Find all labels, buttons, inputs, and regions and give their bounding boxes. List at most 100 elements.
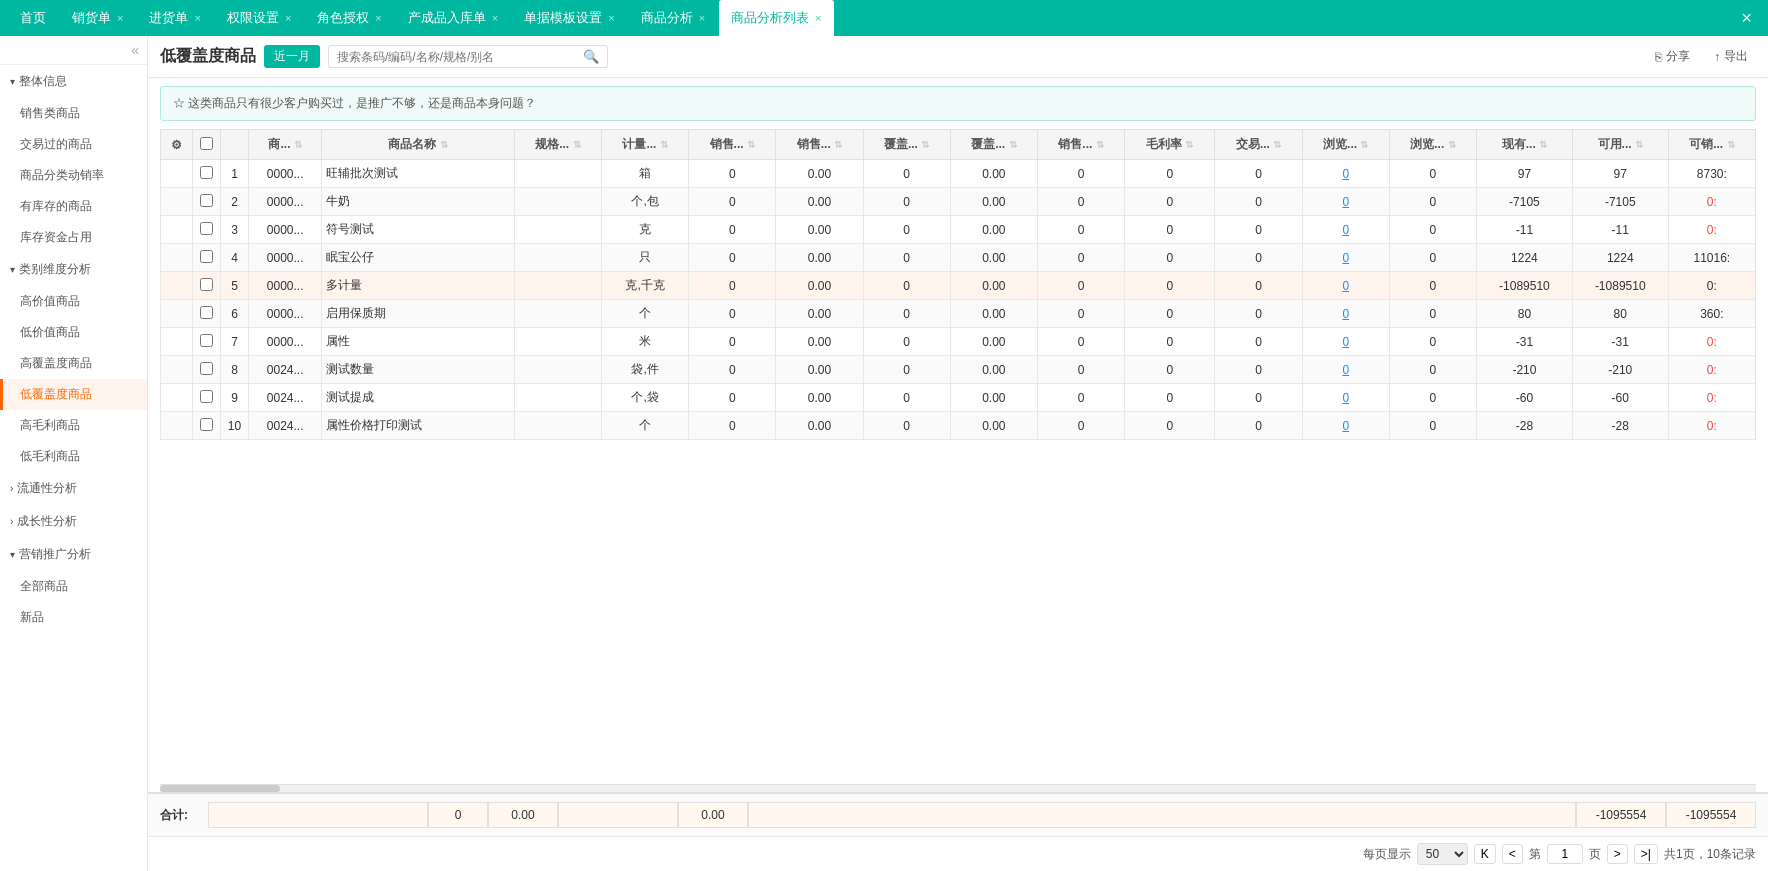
row-select-checkbox[interactable]: [200, 418, 213, 431]
col-sales-amount[interactable]: 销售... ⇅: [776, 130, 863, 160]
last-page-button[interactable]: >|: [1634, 844, 1658, 864]
browse1-link[interactable]: 0: [1342, 391, 1349, 405]
col-browse1[interactable]: 浏览... ⇅: [1302, 130, 1389, 160]
row-select-checkbox[interactable]: [200, 194, 213, 207]
sidebar-item-low-coverage[interactable]: 低覆盖度商品: [0, 379, 147, 410]
col-gross[interactable]: 毛利率 ⇅: [1125, 130, 1215, 160]
col-checkbox[interactable]: [193, 130, 221, 160]
sidebar-item-traded-goods[interactable]: 交易过的商品: [0, 129, 147, 160]
sidebar-section-growth[interactable]: › 成长性分析: [0, 505, 147, 538]
nav-analysis-close[interactable]: ×: [699, 12, 705, 24]
browse1-link[interactable]: 0: [1342, 363, 1349, 377]
row-settings[interactable]: [161, 216, 193, 244]
row-settings[interactable]: [161, 272, 193, 300]
nav-purchase-close[interactable]: ×: [194, 12, 200, 24]
sidebar-item-new-goods[interactable]: 新品: [0, 602, 147, 633]
row-browse1[interactable]: 0: [1302, 216, 1389, 244]
row-settings[interactable]: [161, 384, 193, 412]
nav-sales-close[interactable]: ×: [117, 12, 123, 24]
window-close-button[interactable]: ×: [1733, 8, 1760, 29]
row-settings[interactable]: [161, 412, 193, 440]
browse1-link[interactable]: 0: [1342, 195, 1349, 209]
nav-products-in-close[interactable]: ×: [492, 12, 498, 24]
row-browse1[interactable]: 0: [1302, 160, 1389, 188]
row-browse1[interactable]: 0: [1302, 328, 1389, 356]
sidebar-item-high-coverage[interactable]: 高覆盖度商品: [0, 348, 147, 379]
nav-template-close[interactable]: ×: [608, 12, 614, 24]
row-select-checkbox[interactable]: [200, 306, 213, 319]
col-trans[interactable]: 交易... ⇅: [1215, 130, 1302, 160]
settings-icon[interactable]: ⚙: [171, 138, 182, 152]
horizontal-scrollbar[interactable]: [160, 784, 1756, 792]
col-sales-qty[interactable]: 销售... ⇅: [689, 130, 776, 160]
row-browse1[interactable]: 0: [1302, 300, 1389, 328]
row-select-checkbox[interactable]: [200, 278, 213, 291]
col-name[interactable]: 商品名称 ⇅: [322, 130, 514, 160]
row-settings[interactable]: [161, 328, 193, 356]
col-browse2[interactable]: 浏览... ⇅: [1389, 130, 1476, 160]
row-settings[interactable]: [161, 160, 193, 188]
nav-home[interactable]: 首页: [8, 0, 58, 36]
row-settings[interactable]: [161, 300, 193, 328]
col-coverage1[interactable]: 覆盖... ⇅: [863, 130, 950, 160]
row-checkbox[interactable]: [193, 216, 221, 244]
row-checkbox[interactable]: [193, 412, 221, 440]
col-spec[interactable]: 规格... ⇅: [514, 130, 601, 160]
row-select-checkbox[interactable]: [200, 362, 213, 375]
nav-analysis[interactable]: 商品分析 ×: [629, 0, 717, 36]
period-button[interactable]: 近一月: [264, 45, 320, 68]
nav-roles[interactable]: 角色授权 ×: [305, 0, 393, 36]
page-size-select[interactable]: 50 10 20 100: [1417, 843, 1468, 865]
row-checkbox[interactable]: [193, 356, 221, 384]
nav-sales[interactable]: 销货单 ×: [60, 0, 135, 36]
nav-purchase[interactable]: 进货单 ×: [137, 0, 212, 36]
sidebar-item-inventory-capital[interactable]: 库存资金占用: [0, 222, 147, 253]
browse1-link[interactable]: 0: [1342, 307, 1349, 321]
sidebar-collapse-icon[interactable]: «: [131, 42, 139, 58]
row-browse1[interactable]: 0: [1302, 272, 1389, 300]
sidebar-section-category[interactable]: ▾ 类别维度分析: [0, 253, 147, 286]
row-select-checkbox[interactable]: [200, 250, 213, 263]
sidebar-item-low-profit[interactable]: 低毛利商品: [0, 441, 147, 472]
browse1-link[interactable]: 0: [1342, 419, 1349, 433]
row-browse1[interactable]: 0: [1302, 384, 1389, 412]
prev-page-button[interactable]: <: [1502, 844, 1523, 864]
page-number-input[interactable]: [1547, 844, 1583, 864]
row-settings[interactable]: [161, 188, 193, 216]
nav-permissions-close[interactable]: ×: [285, 12, 291, 24]
search-icon[interactable]: 🔍: [583, 49, 599, 64]
sidebar-item-sales-goods[interactable]: 销售类商品: [0, 98, 147, 129]
col-code[interactable]: 商... ⇅: [249, 130, 322, 160]
sidebar-item-high-value[interactable]: 高价值商品: [0, 286, 147, 317]
browse1-link[interactable]: 0: [1342, 223, 1349, 237]
row-select-checkbox[interactable]: [200, 334, 213, 347]
row-browse1[interactable]: 0: [1302, 356, 1389, 384]
row-checkbox[interactable]: [193, 244, 221, 272]
sidebar-section-flow[interactable]: › 流通性分析: [0, 472, 147, 505]
row-browse1[interactable]: 0: [1302, 412, 1389, 440]
export-button[interactable]: ↑ 导出: [1706, 44, 1756, 69]
next-page-button[interactable]: >: [1607, 844, 1628, 864]
col-stock[interactable]: 现有... ⇅: [1477, 130, 1573, 160]
row-checkbox[interactable]: [193, 384, 221, 412]
nav-template[interactable]: 单据模板设置 ×: [512, 0, 626, 36]
row-checkbox[interactable]: [193, 160, 221, 188]
col-available[interactable]: 可用... ⇅: [1572, 130, 1668, 160]
row-select-checkbox[interactable]: [200, 390, 213, 403]
row-checkbox[interactable]: [193, 300, 221, 328]
row-browse1[interactable]: 0: [1302, 188, 1389, 216]
scrollbar-thumb[interactable]: [160, 785, 280, 792]
row-select-checkbox[interactable]: [200, 222, 213, 235]
col-saleable[interactable]: 可销... ⇅: [1668, 130, 1755, 160]
col-settings[interactable]: ⚙: [161, 130, 193, 160]
search-input[interactable]: [337, 50, 583, 64]
sidebar-item-high-profit[interactable]: 高毛利商品: [0, 410, 147, 441]
row-select-checkbox[interactable]: [200, 166, 213, 179]
nav-analysis-list[interactable]: 商品分析列表 ×: [719, 0, 833, 36]
row-checkbox[interactable]: [193, 328, 221, 356]
nav-analysis-list-close[interactable]: ×: [815, 12, 821, 24]
share-button[interactable]: ⎘ 分享: [1647, 44, 1698, 69]
nav-roles-close[interactable]: ×: [375, 12, 381, 24]
sidebar-section-marketing[interactable]: ▾ 营销推广分析: [0, 538, 147, 571]
browse1-link[interactable]: 0: [1342, 167, 1349, 181]
